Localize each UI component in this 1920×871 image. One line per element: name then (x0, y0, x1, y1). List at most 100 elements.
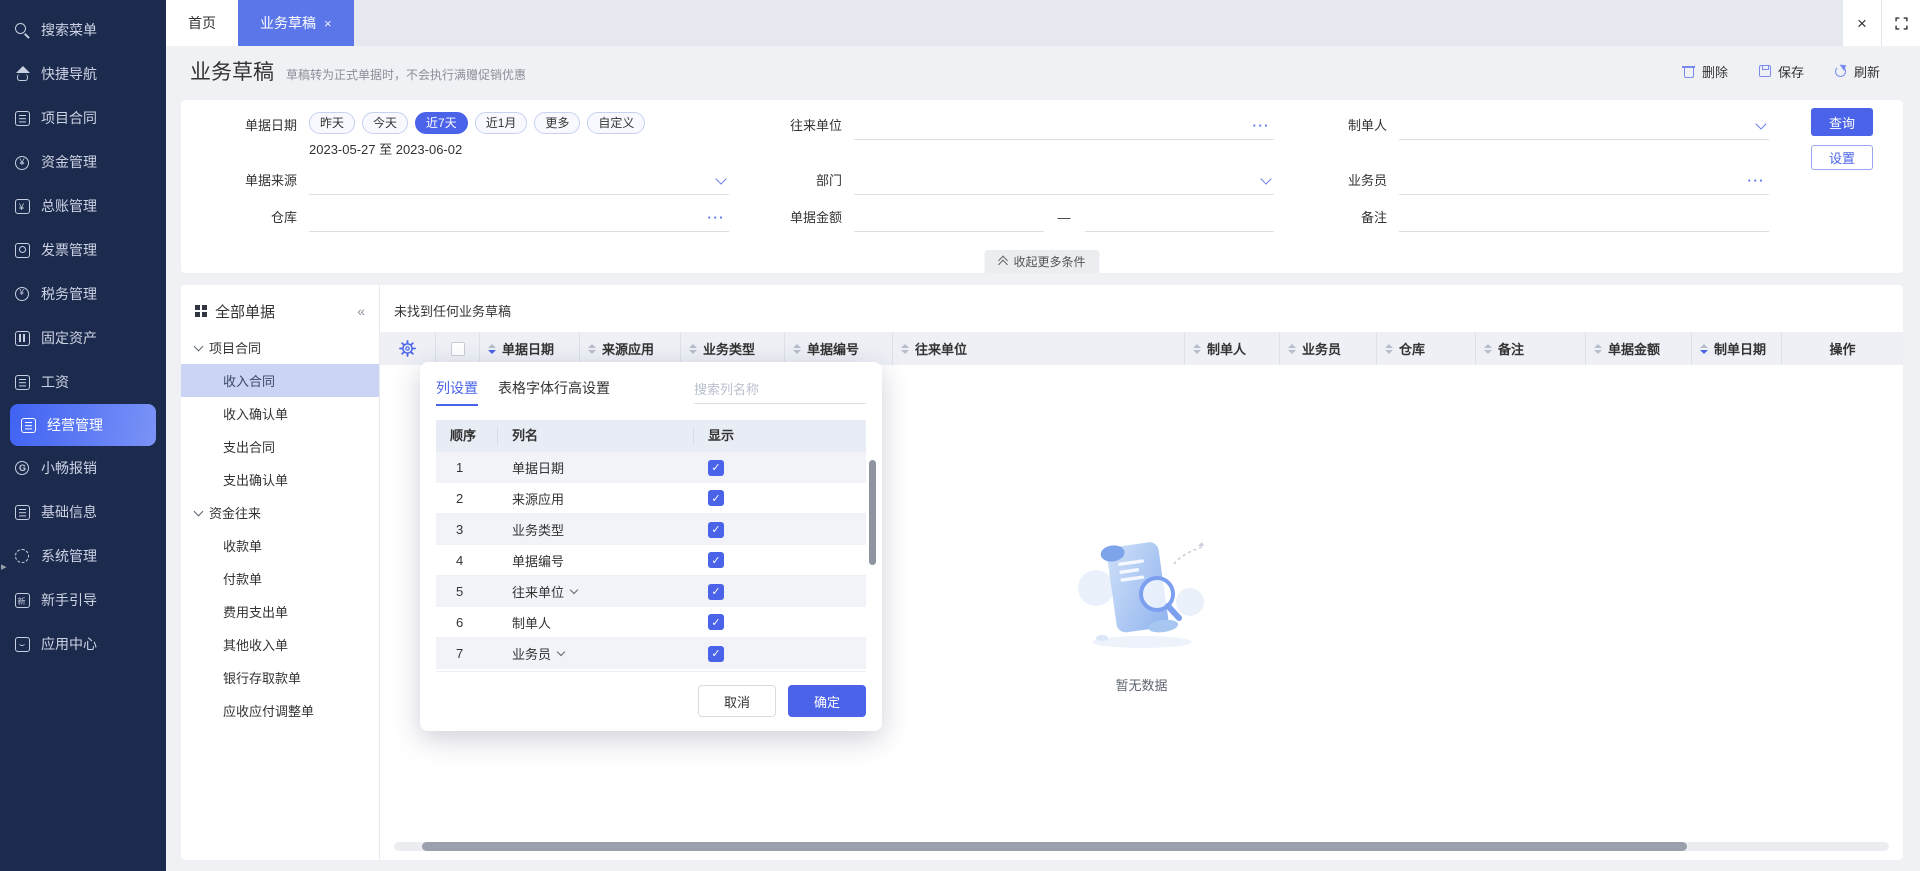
tree-node[interactable]: 收入合同 (181, 364, 379, 397)
sidebar-item[interactable]: 资金管理 (0, 140, 166, 184)
gear-icon[interactable] (399, 340, 416, 357)
tree-node[interactable]: 收款单 (181, 529, 379, 562)
partner-ellipsis-icon[interactable] (1253, 118, 1271, 133)
show-checkbox[interactable]: ✓ (708, 614, 724, 630)
tree-node[interactable]: 付款单 (181, 562, 379, 595)
cancel-button[interactable]: 取消 (698, 685, 776, 717)
source-input[interactable] (309, 167, 717, 194)
table-column-header[interactable]: 单据编号 (785, 332, 893, 365)
sort-arrows-icon[interactable] (901, 343, 909, 354)
show-checkbox[interactable]: ✓ (708, 552, 724, 568)
tree-node[interactable]: 支出确认单 (181, 463, 379, 496)
table-column-header[interactable]: 业务员 (1280, 332, 1377, 365)
sidebar-item[interactable]: 小畅报销 (0, 446, 166, 490)
column-row[interactable]: 6 制单人 ✓ (436, 607, 866, 638)
warehouse-ellipsis-icon[interactable] (708, 210, 726, 225)
date-option-pill[interactable]: 今天 (362, 112, 409, 134)
horizontal-scrollbar[interactable] (394, 842, 1889, 851)
show-checkbox[interactable]: ✓ (708, 583, 724, 600)
column-search-input[interactable] (694, 382, 870, 397)
tab-close-icon[interactable]: × (324, 16, 332, 31)
salesman-ellipsis-icon[interactable] (1748, 173, 1766, 188)
sidebar-item[interactable]: 基础信息 (0, 490, 166, 534)
warehouse-input[interactable] (309, 204, 708, 231)
table-column-header[interactable]: 制单日期 (1692, 332, 1782, 365)
show-checkbox[interactable]: ✓ (708, 490, 724, 506)
date-option-pill[interactable]: 昨天 (309, 112, 356, 134)
show-checkbox[interactable]: ✓ (708, 521, 724, 538)
table-column-header[interactable]: 备注 (1476, 332, 1586, 365)
partner-input[interactable] (854, 112, 1253, 139)
collapse-filters-button[interactable]: 收起更多条件 (984, 250, 1100, 273)
select-all-checkbox[interactable] (450, 341, 465, 356)
sidebar-item[interactable]: 税务管理 (0, 272, 166, 316)
dialog-tab[interactable]: 列设置 (436, 378, 478, 406)
tree-node[interactable]: 银行存取款单 (181, 661, 379, 694)
tree-node[interactable]: 收入确认单 (181, 397, 379, 430)
column-row[interactable]: 4 单据编号 ✓ (436, 545, 866, 576)
sidebar-item[interactable]: 新手引导 (0, 578, 166, 622)
date-option-pill[interactable]: 近7天 (415, 112, 468, 134)
table-column-header[interactable]: 操作 (1782, 332, 1903, 365)
column-row[interactable]: 1 单据日期 ✓ (436, 452, 866, 483)
sidebar-item[interactable]: 应用中心 (0, 622, 166, 666)
sidebar-item[interactable]: 固定资产 (0, 316, 166, 360)
query-button[interactable]: 查询 (1811, 108, 1873, 136)
tree-node[interactable]: 应收应付调整单 (181, 694, 379, 727)
sidebar-item[interactable]: 工资 (0, 360, 166, 404)
column-row[interactable]: 3 业务类型 ✓ (436, 514, 866, 545)
sidebar-item[interactable]: 项目合同 (0, 96, 166, 140)
tab[interactable]: 首页 × (166, 0, 238, 46)
sort-arrows-icon[interactable] (588, 343, 596, 354)
amount-max-input[interactable] (1084, 204, 1274, 231)
column-chevron-down-icon[interactable] (569, 585, 579, 595)
sort-arrows-icon[interactable] (793, 343, 801, 354)
tree-collapse-icon[interactable]: « (357, 303, 365, 319)
confirm-button[interactable]: 确定 (788, 685, 866, 717)
sidebar-item[interactable]: 经营管理 (10, 404, 156, 446)
dialog-tab[interactable]: 表格字体行高设置 (498, 378, 610, 406)
show-checkbox[interactable]: ✓ (708, 459, 724, 476)
sort-arrows-icon[interactable] (488, 343, 496, 354)
tree-node[interactable]: 费用支出单 (181, 595, 379, 628)
tab[interactable]: 业务草稿 × (238, 0, 354, 46)
sidebar-item[interactable]: 快捷导航 (0, 52, 166, 96)
date-option-pill[interactable]: 近1月 (474, 112, 528, 134)
tree-node[interactable]: 项目合同 (181, 331, 379, 364)
settings-button[interactable]: 设置 (1811, 145, 1873, 170)
remark-input[interactable] (1399, 204, 1769, 231)
sort-arrows-icon[interactable] (1700, 343, 1708, 354)
horizontal-scrollbar-thumb[interactable] (422, 842, 1687, 851)
table-column-header[interactable]: 业务类型 (681, 332, 785, 365)
sort-arrows-icon[interactable] (1288, 343, 1296, 354)
dialog-scrollbar-thumb[interactable] (869, 460, 876, 565)
sort-arrows-icon[interactable] (1193, 343, 1201, 354)
sidebar-item[interactable]: 发票管理 (0, 228, 166, 272)
table-column-header[interactable]: 制单人 (1185, 332, 1280, 365)
sidebar-item[interactable]: 总账管理 (0, 184, 166, 228)
table-column-header[interactable]: 单据金额 (1586, 332, 1692, 365)
table-column-header[interactable]: 单据日期 (480, 332, 580, 365)
creator-chevron-down-icon[interactable] (1755, 117, 1767, 130)
toolbar-button[interactable]: 刷新 (1834, 62, 1880, 81)
tree-node[interactable]: 支出合同 (181, 430, 379, 463)
show-checkbox[interactable]: ✓ (708, 645, 724, 662)
window-fullscreen-button[interactable] (1881, 0, 1920, 46)
source-chevron-down-icon[interactable] (715, 172, 727, 185)
date-range-value[interactable]: 2023-05-27 至 2023-06-02 (309, 139, 754, 158)
sidebar-item[interactable]: 搜索菜单 (0, 8, 166, 52)
column-row[interactable]: 5 往来单位 ✓ (436, 576, 866, 607)
toolbar-button[interactable]: 删除 (1681, 62, 1728, 81)
sort-arrows-icon[interactable] (689, 343, 697, 354)
column-chevron-down-icon[interactable] (556, 647, 566, 657)
amount-min-input[interactable] (854, 204, 1044, 231)
creator-input[interactable] (1399, 112, 1757, 139)
tree-node[interactable]: 资金往来 (181, 496, 379, 529)
tree-node[interactable]: 其他收入单 (181, 628, 379, 661)
department-chevron-down-icon[interactable] (1260, 172, 1272, 185)
tree-chevron-down-icon[interactable] (193, 341, 204, 351)
table-column-header[interactable]: 来源应用 (580, 332, 681, 365)
column-row[interactable]: 7 业务员 ✓ (436, 638, 866, 669)
department-input[interactable] (854, 167, 1262, 194)
toolbar-button[interactable]: 保存 (1758, 62, 1804, 81)
